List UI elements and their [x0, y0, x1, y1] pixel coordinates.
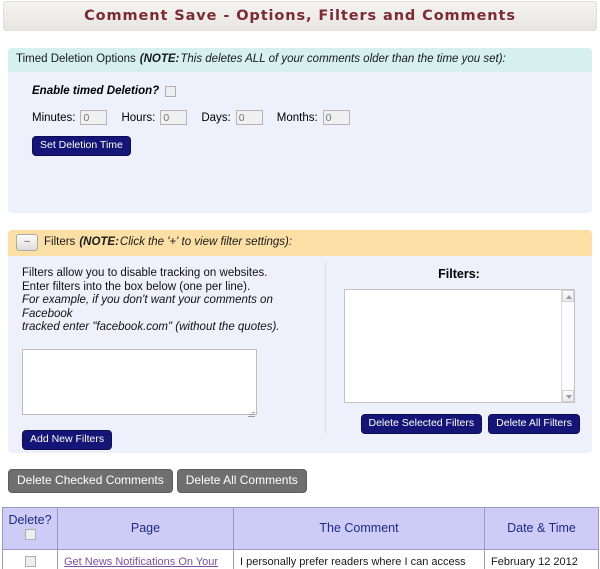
filters-list-title: Filters:	[438, 267, 480, 281]
page-title-bar: Comment Save - Options, Filters and Comm…	[3, 1, 597, 31]
row-delete-cell	[2, 549, 58, 569]
hours-label: Hours:	[121, 111, 156, 124]
timed-deletion-note-label: (NOTE:	[139, 53, 180, 65]
comments-table-header-row: Delete? Page The Comment Date & Time	[2, 507, 599, 550]
header-delete: Delete?	[2, 507, 58, 550]
row-delete-checkbox[interactable]	[24, 556, 36, 567]
timed-deletion-header-title: Timed Deletion Options	[16, 53, 136, 65]
timed-deletion-fields-row: Minutes: Hours: Days: Months:	[32, 110, 578, 125]
delete-checked-comments-button[interactable]: Delete Checked Comments	[8, 469, 173, 493]
timed-deletion-note-text: This deletes ALL of your comments older …	[180, 53, 506, 65]
scroll-up-arrow-icon[interactable]	[561, 290, 574, 302]
days-input[interactable]	[235, 110, 263, 125]
header-comment: The Comment	[233, 507, 485, 550]
comments-table: Delete? Page The Comment Date & Time Get…	[2, 507, 599, 569]
row-page-link[interactable]: Get News Notifications On Your Desktop W…	[64, 556, 218, 569]
table-row: Get News Notifications On Your Desktop W…	[2, 549, 599, 569]
minutes-label: Minutes:	[32, 111, 76, 124]
header-page: Page	[57, 507, 234, 550]
timed-deletion-panel: Timed Deletion Options (NOTE: This delet…	[8, 48, 592, 213]
months-label: Months:	[276, 111, 318, 124]
select-all-checkbox[interactable]	[24, 529, 36, 540]
filters-desc-line-3: For example, if you don't want your comm…	[22, 294, 273, 320]
page-title: Comment Save - Options, Filters and Comm…	[84, 8, 516, 24]
enable-timed-deletion-row: Enable timed Deletion?	[32, 85, 578, 97]
scroll-down-arrow-icon[interactable]	[561, 390, 574, 402]
filters-list-box[interactable]	[343, 289, 575, 403]
delete-all-filters-button[interactable]: Delete All Filters	[488, 414, 580, 434]
days-label: Days:	[201, 111, 231, 124]
filters-desc-line-4: tracked enter "facebook.com" (without th…	[22, 321, 280, 334]
timed-deletion-body: Enable timed Deletion? Minutes: Hours: D…	[8, 72, 592, 213]
enable-timed-deletion-label: Enable timed Deletion?	[32, 85, 160, 97]
header-delete-label: Delete?	[8, 513, 52, 527]
filters-desc-line-1: Filters allow you to disable tracking on…	[22, 267, 268, 279]
timed-deletion-header: Timed Deletion Options (NOTE: This delet…	[8, 48, 592, 72]
filters-desc-line-2: Enter filters into the box below (one pe…	[22, 280, 251, 293]
filters-description: Filters allow you to disable tracking on…	[22, 267, 325, 335]
row-date-cell: February 12 2012 12:39	[484, 549, 599, 569]
add-new-filters-button[interactable]: Add New Filters	[22, 429, 113, 450]
filters-header: – Filters (NOTE: Click the '+' to view f…	[8, 230, 592, 256]
minutes-input[interactable]	[80, 110, 108, 125]
filters-header-title: Filters	[44, 236, 76, 248]
comment-action-buttons: Delete Checked Comments Delete All Comme…	[8, 469, 600, 493]
header-date: Date & Time	[484, 507, 599, 550]
filters-body: Filters allow you to disable tracking on…	[8, 256, 592, 453]
filters-right-column: Filters: Delete Selected Filters Delete …	[326, 256, 592, 453]
filter-input-textarea[interactable]	[22, 348, 257, 415]
filters-note-label: (NOTE:	[79, 236, 119, 248]
filters-list-scrollbar[interactable]	[560, 290, 574, 402]
filters-note-text: Click the '+' to view filter settings):	[119, 236, 293, 248]
filters-panel: – Filters (NOTE: Click the '+' to view f…	[8, 230, 592, 453]
hours-input[interactable]	[160, 110, 188, 125]
row-page-cell: Get News Notifications On Your Desktop W…	[57, 549, 234, 569]
row-comment-cell: I personally prefer readers where I can …	[233, 549, 485, 569]
filters-action-buttons: Delete Selected Filters Delete All Filte…	[360, 414, 580, 434]
delete-selected-filters-button[interactable]: Delete Selected Filters	[360, 414, 483, 434]
filters-left-column: Filters allow you to disable tracking on…	[8, 256, 325, 453]
filter-input-wrapper	[22, 335, 257, 420]
collapse-toggle-icon[interactable]: –	[16, 234, 38, 251]
months-input[interactable]	[322, 110, 350, 125]
enable-timed-deletion-checkbox[interactable]	[165, 85, 177, 97]
delete-all-comments-button[interactable]: Delete All Comments	[176, 469, 307, 493]
set-deletion-time-button[interactable]: Set Deletion Time	[32, 136, 131, 156]
